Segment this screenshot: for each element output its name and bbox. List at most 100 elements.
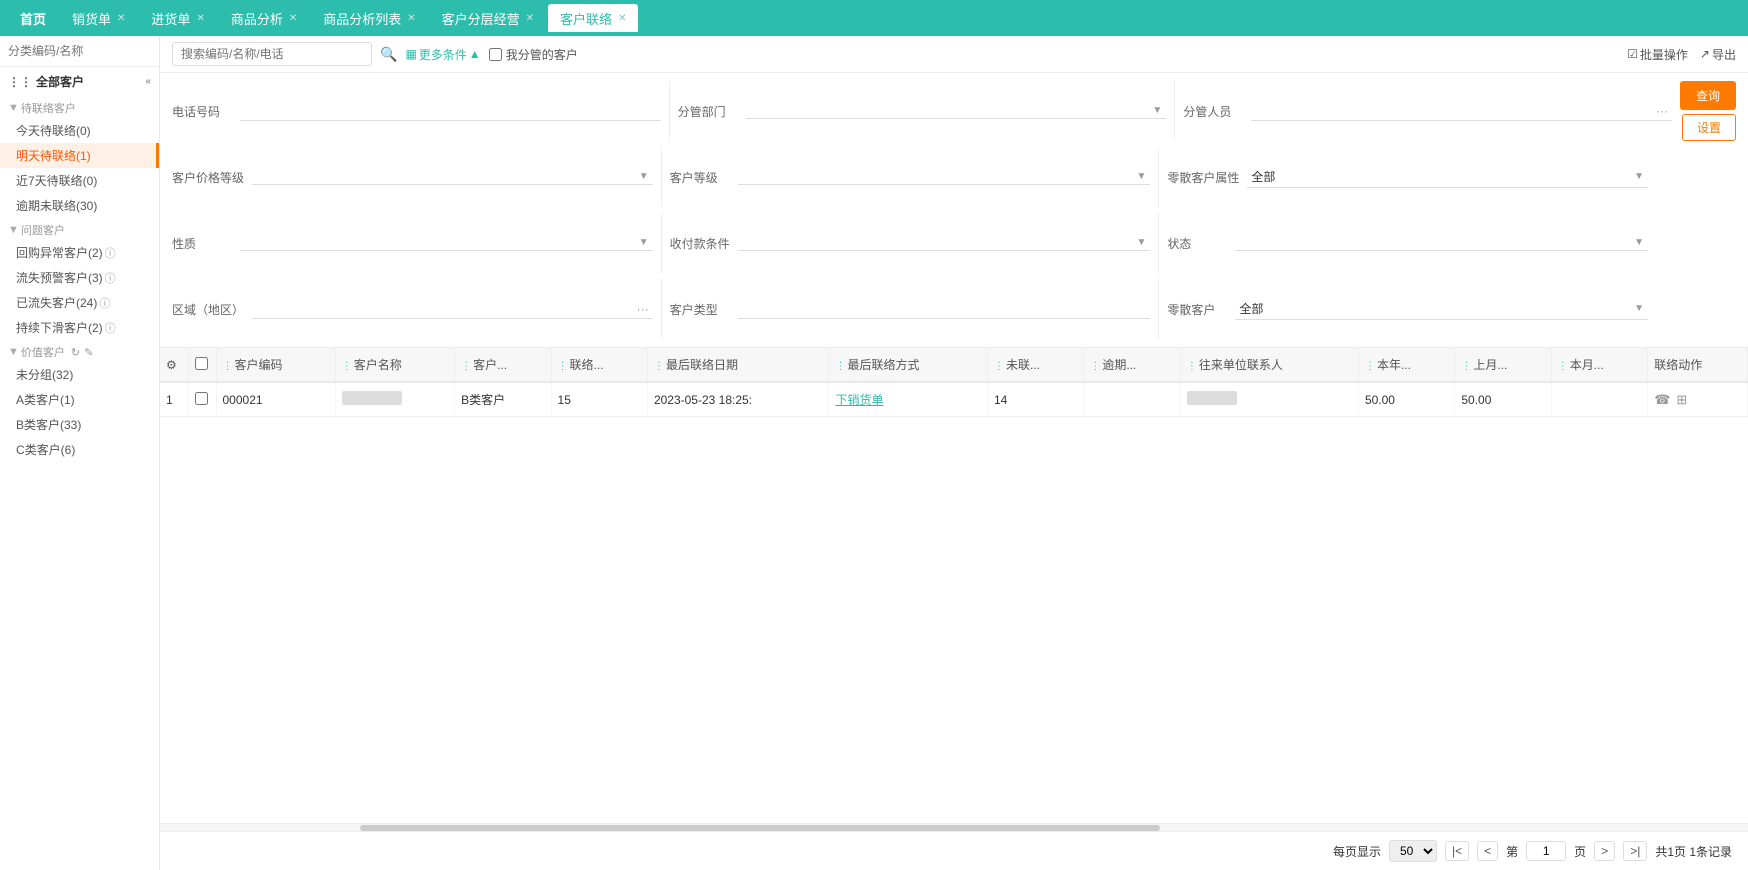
query-button[interactable]: 查询	[1680, 81, 1736, 110]
close-icon[interactable]: ✕	[289, 13, 297, 24]
scrollbar-thumb[interactable]	[360, 825, 1160, 831]
th-customer-type[interactable]: ⋮客户...	[455, 348, 551, 382]
settings-icon[interactable]: ⚙	[166, 358, 177, 372]
customer-level-select[interactable]: ▼	[738, 169, 1151, 185]
th-contact-count[interactable]: ⋮联络...	[551, 348, 647, 382]
payment-select[interactable]: ▼	[738, 235, 1151, 251]
export-icon: ↗	[1700, 47, 1710, 61]
nav-product-analysis-list[interactable]: 商品分析列表 ✕	[311, 4, 427, 32]
info-icon: ⓘ	[105, 320, 116, 336]
more-filter-button[interactable]: ▦ 更多条件 ▲	[405, 46, 480, 63]
contact-icon[interactable]: ☎	[1654, 392, 1670, 408]
my-customers-checkbox[interactable]	[489, 48, 502, 61]
nav-product-analysis[interactable]: 商品分析 ✕	[219, 4, 309, 32]
setting-button[interactable]: 设置	[1682, 114, 1736, 141]
customer-type-input[interactable]	[738, 300, 1151, 319]
chevron-down-icon: ▼	[639, 171, 649, 182]
export-button[interactable]: ↗ 导出	[1700, 46, 1736, 63]
next-page-button[interactable]: >	[1594, 841, 1615, 861]
sidebar-item-declining[interactable]: 持续下滑客户(2) ⓘ	[0, 315, 159, 340]
th-customer-code[interactable]: ⋮客户编码	[216, 348, 335, 382]
top-navigation: 首页 销货单 ✕ 进货单 ✕ 商品分析 ✕ 商品分析列表 ✕ 客户分层经营 ✕ …	[0, 0, 1748, 36]
sidebar-item-churned[interactable]: 已流失客户(24) ⓘ	[0, 290, 159, 315]
region-label: 区域（地区）	[172, 301, 244, 318]
chevron-down-icon: ▼	[1152, 105, 1162, 116]
close-icon[interactable]: ✕	[526, 13, 534, 24]
per-page-select[interactable]: 50	[1389, 840, 1437, 862]
more-icon[interactable]: ···	[1656, 104, 1668, 118]
edit-icon[interactable]: ✎	[84, 346, 93, 359]
price-level-label: 客户价格等级	[172, 169, 244, 186]
prev-page-button[interactable]: <	[1477, 841, 1498, 861]
nature-select[interactable]: ▼	[240, 235, 653, 251]
retail-customer-select[interactable]: 全部 ▼	[1235, 298, 1648, 320]
td-checkbox[interactable]	[188, 382, 216, 417]
select-all-checkbox[interactable]	[195, 357, 208, 370]
more-icon[interactable]: ···	[637, 302, 649, 316]
th-last-contact-date[interactable]: ⋮最后联络日期	[647, 348, 829, 382]
phone-input[interactable]	[240, 102, 661, 121]
nav-customer-contact[interactable]: 客户联络 ✕	[548, 4, 638, 32]
retail-attr-select[interactable]: 全部 ▼	[1247, 166, 1648, 188]
close-icon[interactable]: ✕	[618, 13, 626, 24]
divider	[1158, 147, 1159, 207]
manager-label: 分管人员	[1183, 103, 1243, 120]
first-page-button[interactable]: |<	[1445, 841, 1469, 861]
nav-customer-segment[interactable]: 客户分层经营 ✕	[430, 4, 546, 32]
last-page-button[interactable]: >|	[1623, 841, 1647, 861]
sidebar-item-c-class[interactable]: C类客户(6)	[0, 437, 159, 462]
close-icon[interactable]: ✕	[407, 13, 415, 24]
th-customer-name[interactable]: ⋮客户名称	[335, 348, 454, 382]
nav-purchase-order[interactable]: 进货单 ✕	[139, 4, 216, 32]
sidebar-item-b-class[interactable]: B类客户(33)	[0, 412, 159, 437]
info-icon: ⓘ	[99, 295, 110, 311]
row-checkbox[interactable]	[195, 392, 208, 405]
th-last-month[interactable]: ⋮上月...	[1455, 348, 1551, 382]
grid-icon: ⋮⋮	[8, 75, 32, 89]
sidebar-item-overdue-contact[interactable]: 逾期未联络(30)	[0, 193, 159, 218]
th-contact-action[interactable]: 联络动作	[1648, 348, 1748, 382]
nature-label: 性质	[172, 235, 232, 252]
th-last-contact-method[interactable]: ⋮最后联络方式	[829, 348, 988, 382]
td-last-method[interactable]: 下销货单	[829, 382, 988, 417]
horizontal-scrollbar[interactable]	[160, 823, 1748, 831]
sidebar-item-tomorrow-pending[interactable]: 明天待联络(1)	[0, 143, 159, 168]
th-overdue[interactable]: ⋮逾期...	[1084, 348, 1180, 382]
status-select[interactable]: ▼	[1235, 235, 1648, 251]
td-index: 1	[160, 382, 188, 417]
status-label: 状态	[1167, 235, 1227, 252]
sidebar-all-customers[interactable]: ⋮⋮ 全部客户 «	[0, 67, 159, 96]
my-customers-checkbox-label[interactable]: 我分管的客户	[489, 46, 578, 63]
qr-icon[interactable]: ⊞	[1676, 392, 1687, 408]
payment-label: 收付款条件	[670, 235, 730, 252]
sidebar-item-ungrouped[interactable]: 未分组(32)	[0, 362, 159, 387]
contact-method-link[interactable]: 下销货单	[835, 393, 883, 407]
price-level-select[interactable]: ▼	[252, 169, 653, 185]
search-button[interactable]: 🔍	[380, 46, 397, 63]
close-icon[interactable]: ✕	[196, 13, 204, 24]
sort-icon: ⋮	[994, 361, 1004, 372]
department-select[interactable]: ▼	[746, 103, 1167, 119]
page-number-input[interactable]	[1526, 841, 1566, 861]
chevron-up-icon: ▲	[469, 47, 481, 61]
nav-home[interactable]: 首页	[8, 4, 58, 32]
th-this-year[interactable]: ⋮本年...	[1358, 348, 1454, 382]
search-input[interactable]	[172, 42, 372, 66]
sidebar-item-abnormal-repurchase[interactable]: 回购异常客户(2) ⓘ	[0, 240, 159, 265]
th-uncontacted[interactable]: ⋮未联...	[987, 348, 1083, 382]
close-icon[interactable]: ✕	[117, 13, 125, 24]
th-unit-contact[interactable]: ⋮往来单位联系人	[1180, 348, 1358, 382]
refresh-icon[interactable]: ↻	[71, 346, 80, 359]
th-checkbox[interactable]	[188, 348, 216, 382]
sidebar-item-7days-pending[interactable]: 近7天待联络(0)	[0, 168, 159, 193]
th-settings[interactable]: ⚙	[160, 348, 188, 382]
sidebar-item-a-class[interactable]: A类客户(1)	[0, 387, 159, 412]
nav-sales-order[interactable]: 销货单 ✕	[60, 4, 137, 32]
sidebar: 🔍 ⋮⋮ 全部客户 « ▼ 待联络客户 今天待联络(0) 明天待联络(1) 近7…	[0, 36, 160, 870]
filter-row-3: 性质 ▼ 收付款条件 ▼ 状态 ▼	[172, 213, 1736, 273]
sidebar-item-today-pending[interactable]: 今天待联络(0)	[0, 118, 159, 143]
sidebar-item-churn-warning[interactable]: 流失预警客户(3) ⓘ	[0, 265, 159, 290]
batch-ops-button[interactable]: ☑ 批量操作	[1627, 46, 1688, 63]
sidebar-search-input[interactable]	[8, 44, 160, 58]
th-this-month[interactable]: ⋮本月...	[1551, 348, 1647, 382]
